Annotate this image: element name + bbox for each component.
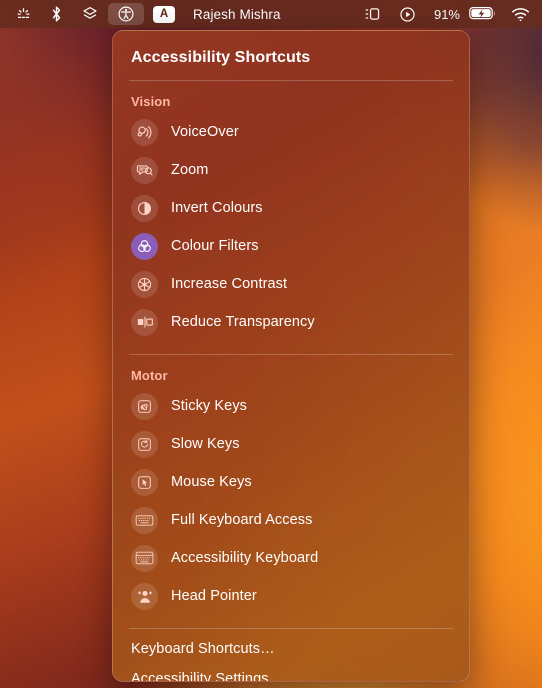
menu-item-label: Accessibility Keyboard xyxy=(171,550,319,566)
slow-keys-icon xyxy=(131,430,158,458)
accessibility-icon[interactable] xyxy=(108,3,144,25)
menu-item-label: Mouse Keys xyxy=(171,474,252,490)
now-playing-icon[interactable] xyxy=(390,3,425,25)
wifi-icon[interactable] xyxy=(502,3,530,25)
menu-item-voiceover[interactable]: VoiceOver xyxy=(113,113,469,151)
menu-item-full-keyboard-access[interactable]: Full Keyboard Access xyxy=(113,501,469,539)
sticky-keys-icon xyxy=(131,392,158,420)
footer-item-label: Keyboard Shortcuts… xyxy=(131,641,275,657)
menu-item-slow-keys[interactable]: Slow Keys xyxy=(113,425,469,463)
menu-item-label: Invert Colours xyxy=(171,200,263,216)
increase-contrast-icon xyxy=(131,270,158,298)
bluetooth-icon[interactable] xyxy=(41,3,72,25)
voiceover-icon xyxy=(131,118,158,146)
menu-item-invert-colours[interactable]: Invert Colours xyxy=(113,189,469,227)
battery-icon xyxy=(469,6,496,23)
menu-item-mouse-keys[interactable]: Mouse Keys xyxy=(113,463,469,501)
menu-item-label: Reduce Transparency xyxy=(171,314,315,330)
battery-percent-label: 91% xyxy=(433,6,460,22)
accessibility-settings-menu-item[interactable]: Accessibility Settings… xyxy=(113,664,469,682)
menu-item-label: Slow Keys xyxy=(171,436,240,452)
menu-item-increase-contrast[interactable]: Increase Contrast xyxy=(113,265,469,303)
menu-bar: A Rajesh Mishra 91% xyxy=(0,0,542,28)
desktop: A Rajesh Mishra 91% Accessibility Shortc… xyxy=(0,0,542,688)
menu-item-sticky-keys[interactable]: Sticky Keys xyxy=(113,387,469,425)
menu-item-label: Sticky Keys xyxy=(171,398,248,414)
footer-item-label: Accessibility Settings… xyxy=(131,671,284,682)
input-source-indicator[interactable]: A xyxy=(144,3,184,25)
menu-item-label: VoiceOver xyxy=(171,124,239,140)
colour-filters-icon xyxy=(131,232,158,260)
menu-item-label: Colour Filters xyxy=(171,238,259,254)
accessibility-keyboard-icon xyxy=(131,544,158,572)
keyboard-shortcuts-menu-item[interactable]: Keyboard Shortcuts… xyxy=(113,634,469,664)
section-heading-motor: Motor xyxy=(131,368,168,383)
menu-footer: Keyboard Shortcuts… Accessibility Settin… xyxy=(113,629,469,682)
user-menu[interactable]: Rajesh Mishra xyxy=(184,3,290,25)
head-pointer-icon xyxy=(131,582,158,610)
menu-item-label: Zoom xyxy=(171,162,209,178)
battery-status[interactable]: 91% xyxy=(425,3,502,25)
control-center-icon[interactable] xyxy=(354,3,390,25)
menu-item-label: Head Pointer xyxy=(171,588,257,604)
reduce-transparency-icon xyxy=(131,308,158,336)
section-heading-vision: Vision xyxy=(131,94,171,109)
keyboard-brightness-icon[interactable] xyxy=(6,3,41,25)
menu-item-reduce-transparency[interactable]: Reduce Transparency xyxy=(113,303,469,341)
menu-item-colour-filters[interactable]: Colour Filters xyxy=(113,227,469,265)
menu-item-label: Full Keyboard Access xyxy=(171,512,313,528)
invert-colours-icon xyxy=(131,194,158,222)
menu-title: Accessibility Shortcuts xyxy=(131,49,311,66)
menu-item-accessibility-keyboard[interactable]: Accessibility Keyboard xyxy=(113,539,469,577)
full-keyboard-access-icon xyxy=(131,506,158,534)
zoom-icon xyxy=(131,156,158,184)
mouse-keys-icon xyxy=(131,468,158,496)
menu-item-zoom[interactable]: Zoom xyxy=(113,151,469,189)
input-source-label: A xyxy=(153,5,175,23)
menu-item-label: Increase Contrast xyxy=(171,276,288,292)
accessibility-shortcuts-menu: Accessibility Shortcuts Vision VoiceOver xyxy=(112,30,470,682)
menu-item-head-pointer[interactable]: Head Pointer xyxy=(113,577,469,615)
stacks-icon[interactable] xyxy=(72,3,108,25)
